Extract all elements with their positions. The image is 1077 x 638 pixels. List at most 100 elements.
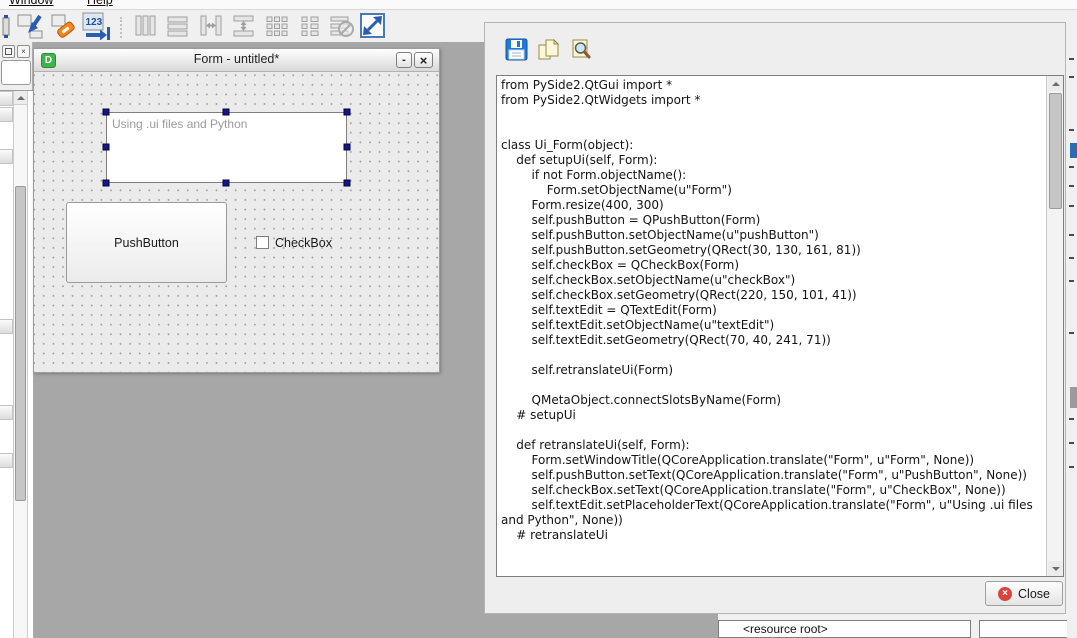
clipped-text-mark [1069,280,1074,282]
clipped-text-mark [1069,332,1074,334]
layout-horizontal-icon [131,12,159,40]
clipped-text-mark [1069,76,1074,78]
close-button-label: Close [1018,587,1050,601]
layout-horizontal-splitter-icon [197,12,225,40]
layout-grid-button[interactable] [263,12,291,40]
layout-horizontal-button[interactable] [131,12,159,40]
arrow-up-icon [17,96,25,100]
close-icon: × [21,47,26,56]
scrollbar-thumb[interactable] [1049,93,1062,209]
layout-vertical-splitter-icon [230,12,258,40]
find-icon [569,38,593,62]
clipped-text-mark [1069,205,1074,207]
layout-horizontal-splitter-button[interactable] [197,12,225,40]
selection-handle[interactable] [103,144,110,151]
widget-box-list[interactable] [0,90,33,638]
clipped-text-mark [1069,166,1074,168]
form-titlebar[interactable]: D Form - untitled* - × [34,49,439,72]
resource-list[interactable]: <resource root> [718,620,971,638]
widget-filter-input[interactable] [1,60,31,85]
resource-detail-list[interactable] [979,620,1077,638]
widget-category-row[interactable] [0,107,13,122]
checkbox-widget[interactable]: CheckBox [256,222,357,263]
pushbutton-widget[interactable]: PushButton [66,202,227,283]
edit-widgets-icon [0,13,11,39]
float-icon [5,48,12,55]
menu-window[interactable]: Window [9,0,53,7]
item-fragment [1070,387,1077,408]
widget-category-row[interactable] [0,91,13,106]
main-toolbar: 123 [0,10,486,43]
clipped-text-mark [1069,257,1074,259]
widget-box-panel: × [0,42,33,638]
save-icon [505,38,529,62]
resource-root-item[interactable]: <resource root> [743,622,828,636]
code-scrollbar[interactable] [1046,76,1063,576]
clipped-text-mark [1069,442,1074,444]
dock-close-button[interactable]: × [17,45,30,58]
minimize-button[interactable]: - [396,52,412,68]
checkbox-indicator[interactable] [256,236,269,249]
clipped-text-mark [1069,129,1074,131]
selection-handle[interactable] [344,109,351,116]
menubar: Window Help [0,0,1077,10]
layout-form-icon [296,12,324,40]
checkbox-label: CheckBox [275,236,332,250]
layout-vertical-icon [164,12,192,40]
layout-form-button[interactable] [296,12,324,40]
scrollbar-thumb[interactable] [15,186,26,501]
find-in-code-button[interactable] [567,36,595,64]
close-icon: × [998,587,1012,601]
clipped-text-mark [1069,58,1074,60]
widget-box-scrollbar[interactable] [13,91,28,638]
svg-text:123: 123 [86,17,103,28]
code-text-area[interactable]: from PySide2.QtGui import * from PySide2… [496,75,1064,577]
scroll-down-button[interactable] [1048,561,1063,576]
edit-buddies-button[interactable] [50,12,78,40]
widget-category-row[interactable] [0,319,13,334]
break-layout-icon [327,12,355,40]
dock-float-button[interactable] [2,45,15,58]
dialog-close-button[interactable]: × Close [985,581,1063,606]
selection-handle[interactable] [223,180,230,187]
clipped-text-mark [1069,466,1074,468]
scroll-up-button[interactable] [14,91,27,105]
copy-code-button[interactable] [535,36,563,64]
clipped-text-mark [1069,185,1074,187]
widget-category-row[interactable] [0,405,13,420]
layout-vertical-button[interactable] [164,12,192,40]
widget-category-row[interactable] [0,149,13,164]
close-button[interactable]: × [414,52,433,68]
menu-help[interactable]: Help [87,0,113,7]
code-preview-dialog: from PySide2.QtGui import * from PySide2… [484,22,1066,614]
clipped-text-mark [1069,234,1074,236]
adjust-size-button[interactable] [359,12,387,40]
scroll-up-button[interactable] [1048,76,1063,91]
edit-tab-order-button[interactable]: 123 [82,12,110,40]
generated-python-code[interactable]: from PySide2.QtGui import * from PySide2… [501,78,1043,543]
clipped-text-mark [1069,418,1074,420]
save-code-button[interactable] [503,36,531,64]
edit-signals-slots-button[interactable] [16,12,44,40]
selection-handle[interactable] [103,180,110,187]
copy-icon [537,38,561,62]
right-panel-strip [1067,10,1077,638]
form-preview-window: D Form - untitled* - × Using .ui files a… [33,48,440,373]
form-title: Form - untitled* [34,52,439,66]
selection-handle[interactable] [344,180,351,187]
selection-handle[interactable] [103,109,110,116]
break-layout-button[interactable] [327,12,355,40]
layout-grid-icon [263,12,291,40]
textedit-widget[interactable]: Using .ui files and Python [106,112,347,183]
widget-category-row[interactable] [0,453,13,468]
toolbar-separator [120,17,122,38]
edit-widgets-button[interactable] [0,12,12,40]
selection-handle[interactable] [344,144,351,151]
selected-item-fragment[interactable] [1070,143,1077,158]
selection-handle[interactable] [223,109,230,116]
arrow-down-icon [1052,567,1060,571]
edit-signals-slots-icon [16,12,44,40]
layout-vertical-splitter-button[interactable] [230,12,258,40]
edit-tab-order-icon: 123 [82,12,110,40]
adjust-size-icon [359,12,387,40]
